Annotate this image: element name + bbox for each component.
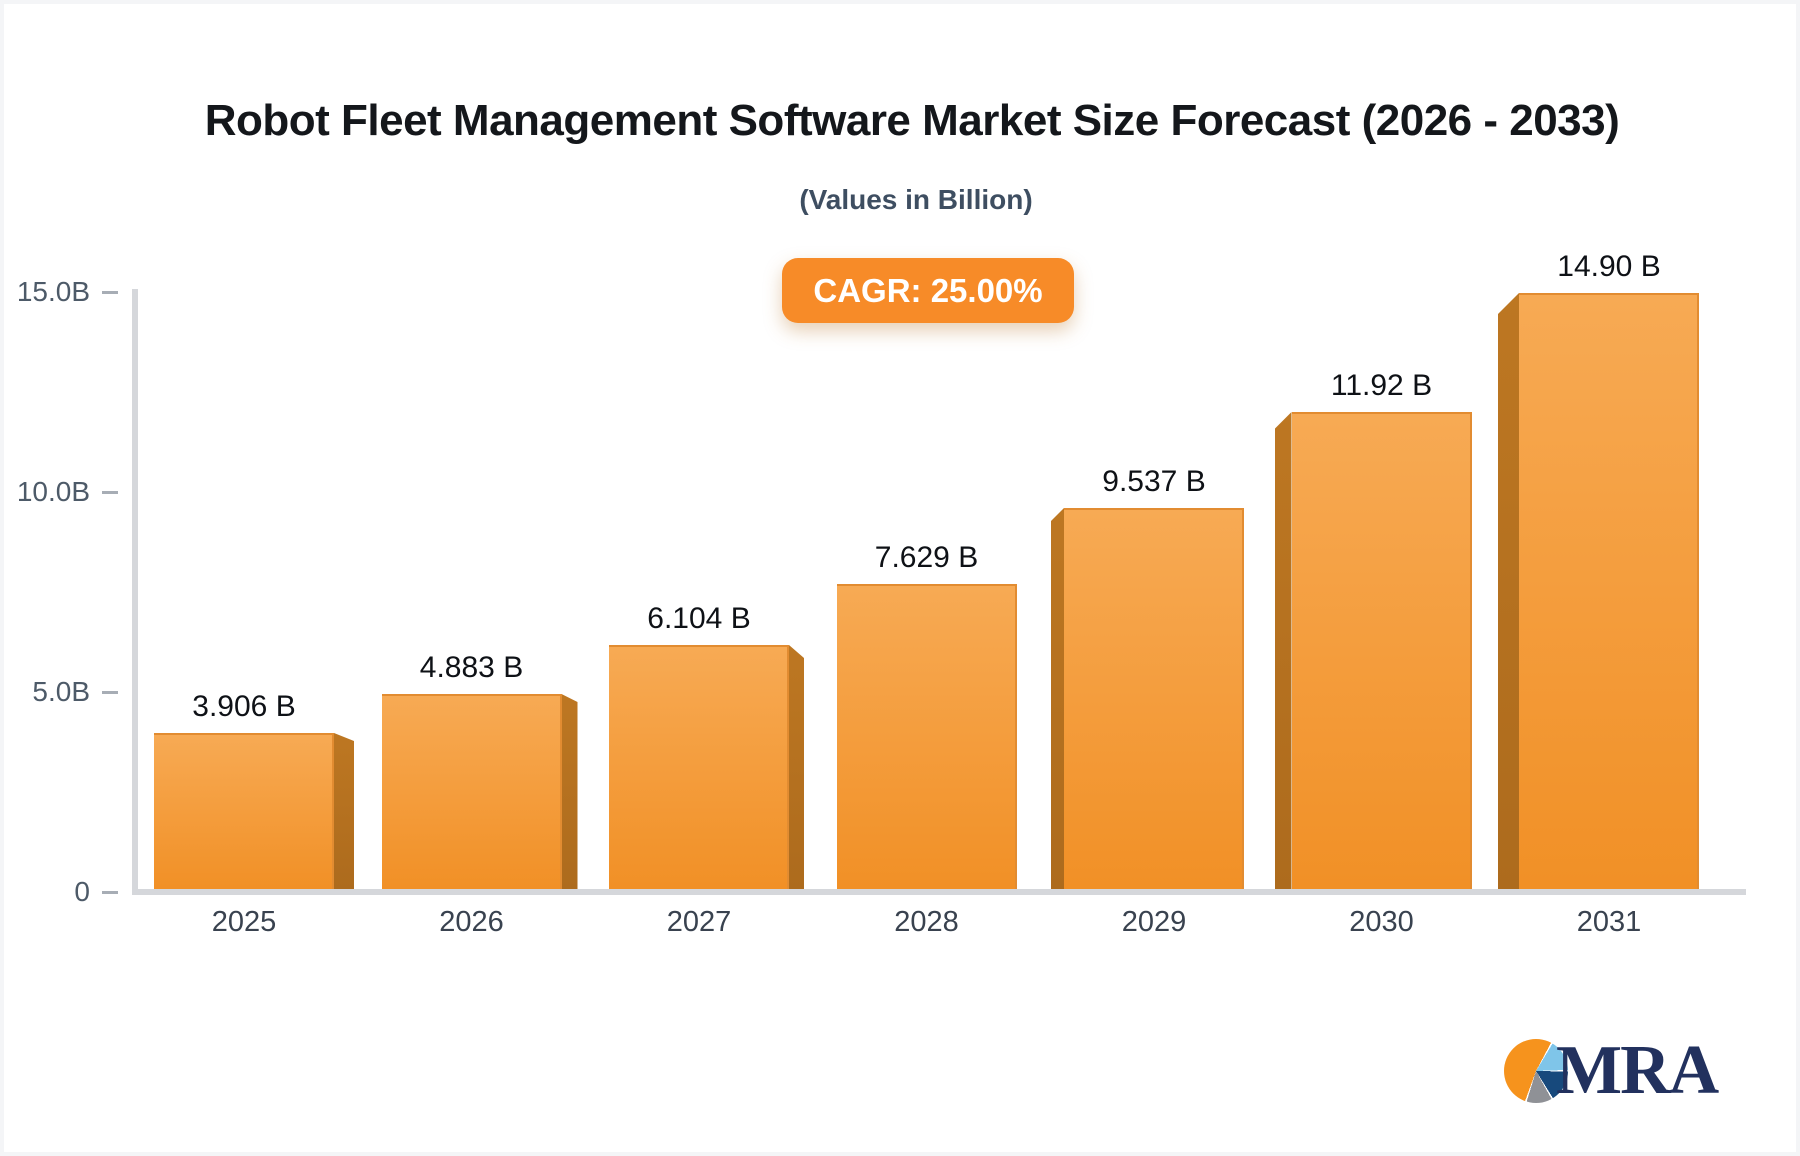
bar-side-face (1274, 412, 1292, 889)
x-axis-label: 2031 (1576, 906, 1642, 938)
y-axis-tick (102, 691, 118, 694)
y-axis-tick-label: 15.0B (16, 276, 90, 307)
x-axis-label: 2026 (439, 906, 504, 938)
bar-value-label: 3.906 B (192, 690, 296, 723)
bar-chart: 0 5.0B 10.0B 15.0B 3.906 B 2025 4.883 B 2026 6.1… (4, 4, 1796, 1152)
bar-side-face (1051, 508, 1064, 889)
x-axis-label: 2025 (211, 906, 277, 938)
bar-side-face (561, 694, 578, 889)
y-axis-line (132, 289, 138, 895)
bar-face (1519, 293, 1699, 889)
bar-side-face (334, 733, 354, 889)
bar-face (836, 584, 1017, 889)
x-axis-label: 2029 (1121, 906, 1187, 938)
bar-side-face (1498, 293, 1519, 889)
bar-face (381, 694, 562, 889)
bar-value-label: 7.629 B (874, 541, 979, 574)
y-axis-tick (102, 491, 118, 494)
y-axis-tick (102, 291, 118, 294)
bar-face (1291, 412, 1472, 889)
x-axis-baseline (132, 889, 1746, 895)
brand-logo: MRA (1504, 1032, 1764, 1109)
x-axis-label: 2027 (666, 906, 732, 938)
y-axis-tick-label: 10.0B (16, 476, 90, 507)
x-axis-label: 2028 (894, 906, 959, 938)
bar-face (609, 645, 789, 889)
infographic-canvas: Robot Fleet Management Software Market S… (4, 4, 1796, 1152)
y-axis-tick-label: 0 (74, 876, 90, 907)
bar-face (1064, 508, 1244, 889)
bar-face (154, 733, 334, 889)
bar-value-label: 4.883 B (419, 651, 524, 684)
bar-value-label: 6.104 B (647, 602, 751, 635)
y-axis-tick-label: 5.0B (32, 676, 90, 707)
x-axis-label: 2030 (1349, 906, 1414, 938)
bar-value-label: 14.90 B (1557, 250, 1661, 283)
bar-side-face (789, 645, 804, 889)
brand-logo-text: MRA (1556, 1032, 1719, 1109)
y-axis-tick (102, 891, 118, 894)
bar-value-label: 9.537 B (1102, 465, 1206, 498)
bar-value-label: 11.92 B (1330, 369, 1433, 402)
